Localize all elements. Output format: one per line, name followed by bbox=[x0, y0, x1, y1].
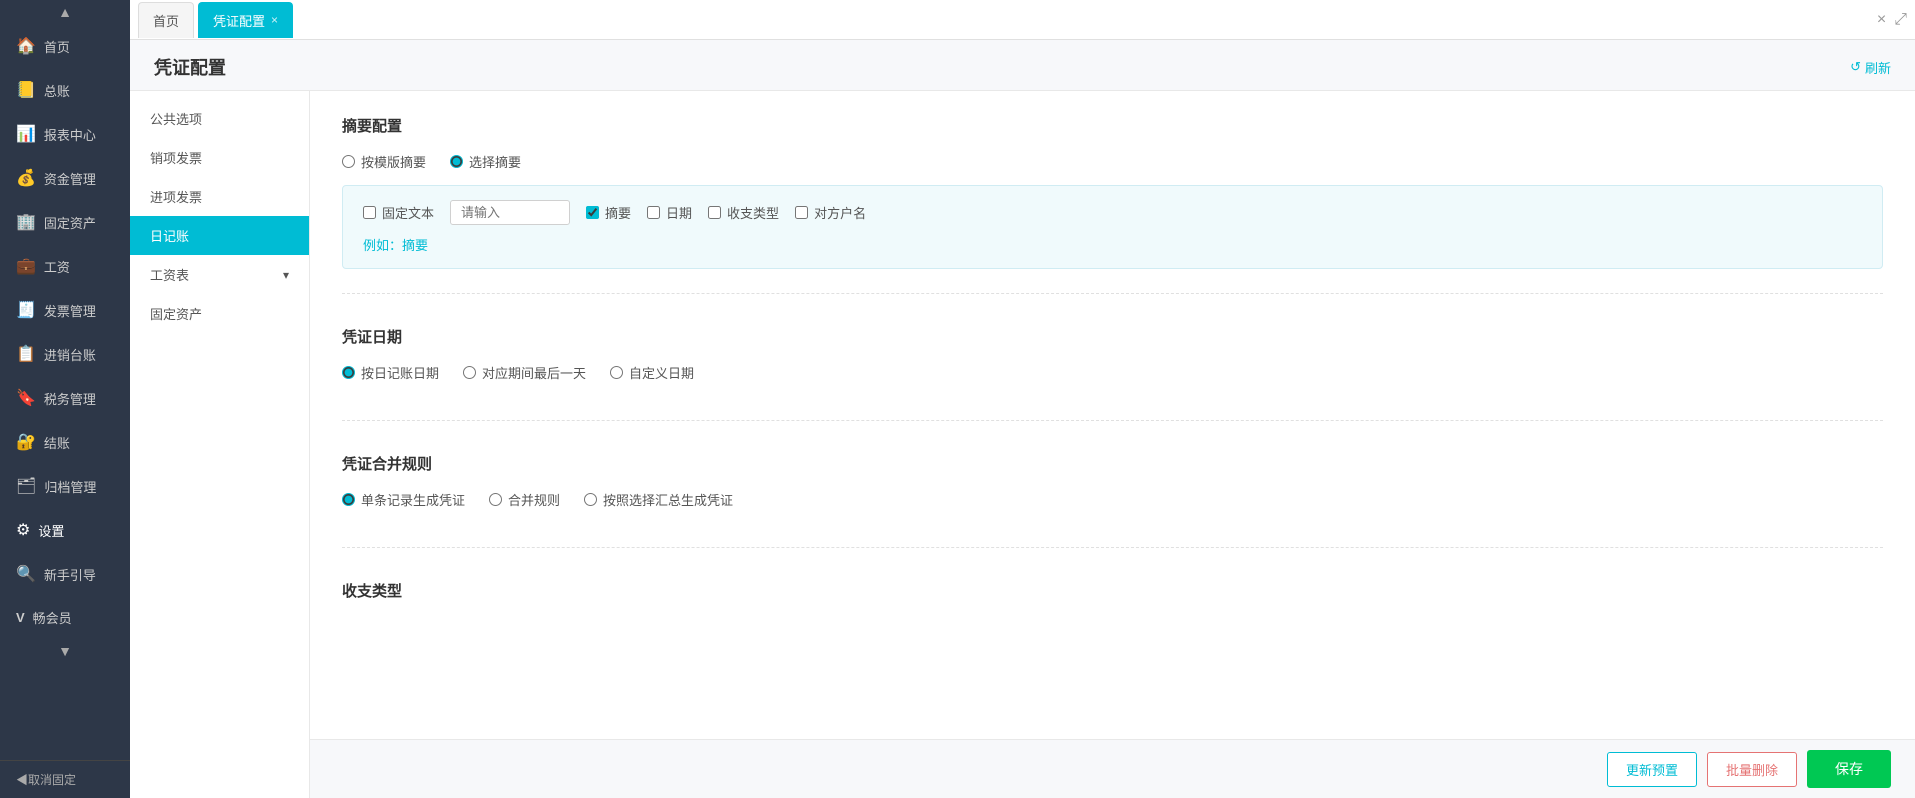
income-expense-section: 收支类型 bbox=[342, 580, 1883, 641]
home-icon: 🏠 bbox=[16, 36, 36, 56]
left-nav-item-public[interactable]: 公共选项 bbox=[130, 99, 309, 138]
main-area: 首页 凭证配置 × × ⤢ 凭证配置 ↺ 刷新 公共选项 销项发票 进 bbox=[130, 0, 1915, 798]
income-expense-checkbox[interactable]: 收支类型 bbox=[708, 203, 779, 222]
summary-config-panel: 固定文本 摘要 日期 bbox=[342, 185, 1883, 269]
sidebar-item-ledger[interactable]: 📒 总账 bbox=[0, 68, 130, 112]
right-content: 摘要配置 按模版摘要 选择摘要 bbox=[310, 91, 1915, 739]
page-title: 凭证配置 bbox=[154, 54, 226, 80]
tax-icon: 🔖 bbox=[16, 388, 36, 408]
window-maximize-icon[interactable]: ⤢ bbox=[1894, 11, 1907, 29]
left-nav-item-payroll[interactable]: 工资表 ▾ bbox=[130, 255, 309, 294]
sidebar-item-asset[interactable]: 🏢 固定资产 bbox=[0, 200, 130, 244]
batch-delete-button[interactable]: 批量删除 bbox=[1707, 752, 1797, 787]
page-header: 凭证配置 ↺ 刷新 bbox=[130, 40, 1915, 91]
merge-rules-radio-group: 单条记录生成凭证 合并规则 按照选择汇总生成凭证 bbox=[342, 490, 1883, 509]
action-bar: 更新预置 批量删除 保存 bbox=[310, 739, 1915, 798]
sidebar-item-archive[interactable]: 🗂 归档管理 bbox=[0, 464, 130, 508]
custom-date-radio[interactable]: 自定义日期 bbox=[610, 363, 694, 382]
summary-checkbox[interactable]: 摘要 bbox=[586, 203, 631, 222]
settings-icon: ⚙ bbox=[16, 520, 30, 540]
sidebar-unpin-button[interactable]: ◀取消固定 bbox=[0, 760, 130, 798]
voucher-date-radio-group: 按日记账日期 对应期间最后一天 自定义日期 bbox=[342, 363, 1883, 382]
tab-close-icon[interactable]: × bbox=[271, 13, 278, 27]
content-layout: 公共选项 销项发票 进项发票 日记账 工资表 ▾ 固定资产 bbox=[130, 91, 1915, 798]
window-controls: × ⤢ bbox=[1877, 11, 1907, 29]
select-summary-radio[interactable]: 选择摘要 bbox=[450, 152, 521, 171]
summary-checkboxes-row: 固定文本 摘要 日期 bbox=[363, 200, 1862, 225]
tab-bar: 首页 凭证配置 × × ⤢ bbox=[130, 0, 1915, 40]
chevron-down-icon: ▾ bbox=[283, 268, 289, 282]
sidebar-item-fund[interactable]: 💰 资金管理 bbox=[0, 156, 130, 200]
counterpart-name-checkbox[interactable]: 对方户名 bbox=[795, 203, 866, 222]
window-close-icon[interactable]: × bbox=[1877, 11, 1886, 29]
summary-config-title: 摘要配置 bbox=[342, 115, 1883, 136]
update-preview-button[interactable]: 更新预置 bbox=[1607, 752, 1697, 787]
template-summary-radio[interactable]: 按模版摘要 bbox=[342, 152, 426, 171]
save-button[interactable]: 保存 bbox=[1807, 750, 1891, 788]
example-text: 例如：摘要 bbox=[363, 235, 1862, 254]
sidebar-item-home[interactable]: 🏠 首页 bbox=[0, 24, 130, 68]
sidebar-item-salary[interactable]: 💼 工资 bbox=[0, 244, 130, 288]
left-nav-item-fixed-assets[interactable]: 固定资产 bbox=[130, 294, 309, 333]
sidebar-scroll-down[interactable]: ▼ bbox=[0, 639, 130, 663]
merge-rules-radio[interactable]: 合并规则 bbox=[489, 490, 560, 509]
date-checkbox[interactable]: 日期 bbox=[647, 203, 692, 222]
tab-voucher-config[interactable]: 凭证配置 × bbox=[198, 2, 293, 38]
income-expense-title: 收支类型 bbox=[342, 580, 1883, 601]
merge-rules-section: 凭证合并规则 单条记录生成凭证 合并规则 按照选择汇总生成凭证 bbox=[342, 453, 1883, 548]
select-summary-generate-radio[interactable]: 按照选择汇总生成凭证 bbox=[584, 490, 733, 509]
invoice-icon: 🧾 bbox=[16, 300, 36, 320]
sidebar-item-purchase-sale[interactable]: 📋 进销台账 bbox=[0, 332, 130, 376]
sidebar-item-invoice[interactable]: 🧾 发票管理 bbox=[0, 288, 130, 332]
merge-rules-title: 凭证合并规则 bbox=[342, 453, 1883, 474]
voucher-date-title: 凭证日期 bbox=[342, 326, 1883, 347]
period-last-day-radio[interactable]: 对应期间最后一天 bbox=[463, 363, 586, 382]
summary-radio-group: 按模版摘要 选择摘要 bbox=[342, 152, 1883, 171]
refresh-button[interactable]: ↺ 刷新 bbox=[1850, 58, 1891, 77]
fixed-text-checkbox[interactable]: 固定文本 bbox=[363, 203, 434, 222]
salary-icon: 💼 bbox=[16, 256, 36, 276]
archive-icon: 🗂 bbox=[16, 476, 36, 496]
refresh-icon: ↺ bbox=[1850, 59, 1861, 75]
left-nav-item-journal[interactable]: 日记账 bbox=[130, 216, 309, 255]
asset-icon: 🏢 bbox=[16, 212, 36, 232]
sidebar-item-tax[interactable]: 🔖 税务管理 bbox=[0, 376, 130, 420]
single-record-radio[interactable]: 单条记录生成凭证 bbox=[342, 490, 465, 509]
sidebar-item-guide[interactable]: 🔍 新手引导 bbox=[0, 552, 130, 596]
sidebar-item-report[interactable]: 📊 报表中心 bbox=[0, 112, 130, 156]
vip-icon: V bbox=[16, 610, 25, 625]
summary-config-section: 摘要配置 按模版摘要 选择摘要 bbox=[342, 115, 1883, 294]
sidebar-item-close[interactable]: 🔐 结账 bbox=[0, 420, 130, 464]
left-nav: 公共选项 销项发票 进项发票 日记账 工资表 ▾ 固定资产 bbox=[130, 91, 310, 798]
voucher-date-section: 凭证日期 按日记账日期 对应期间最后一天 自定义日期 bbox=[342, 326, 1883, 421]
close-account-icon: 🔐 bbox=[16, 432, 36, 452]
sidebar-scroll-up[interactable]: ▲ bbox=[0, 0, 130, 24]
ledger-icon: 📒 bbox=[16, 80, 36, 100]
guide-icon: 🔍 bbox=[16, 564, 36, 584]
tab-home[interactable]: 首页 bbox=[138, 2, 194, 38]
journal-date-radio[interactable]: 按日记账日期 bbox=[342, 363, 439, 382]
sidebar-item-settings[interactable]: ⚙ 设置 bbox=[0, 508, 130, 552]
sidebar: ▲ 🏠 首页 📒 总账 📊 报表中心 💰 资金管理 🏢 固定资产 💼 工资 🧾 … bbox=[0, 0, 130, 798]
purchase-sale-icon: 📋 bbox=[16, 344, 36, 364]
sidebar-item-vip[interactable]: V 畅会员 bbox=[0, 596, 130, 639]
fixed-text-input[interactable] bbox=[450, 200, 570, 225]
left-nav-item-sales-invoice[interactable]: 销项发票 bbox=[130, 138, 309, 177]
fund-icon: 💰 bbox=[16, 168, 36, 188]
report-icon: 📊 bbox=[16, 124, 36, 144]
left-nav-item-purchase-invoice[interactable]: 进项发票 bbox=[130, 177, 309, 216]
